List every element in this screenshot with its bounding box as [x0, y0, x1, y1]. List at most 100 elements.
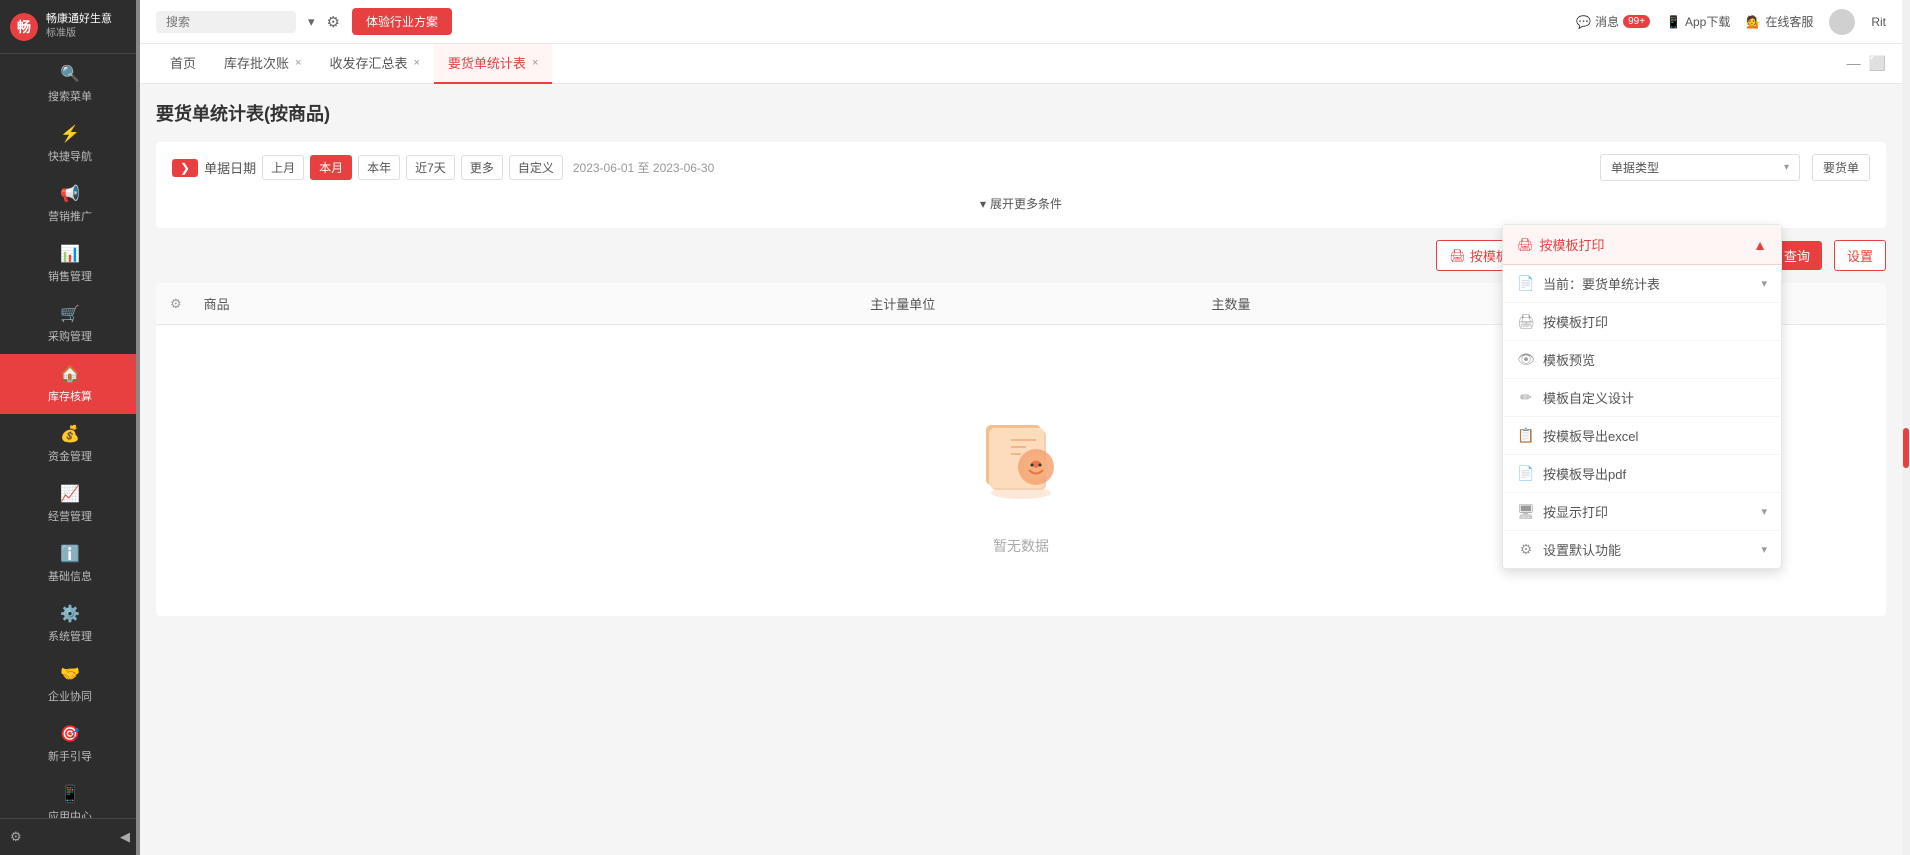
minimize-window-btn[interactable]: —: [1847, 55, 1861, 72]
filter-bar: ❯ 单据日期 上月 本月 本年 近7天 更多 自定义 2023-06-01 至 …: [156, 142, 1886, 228]
tab-close-batch[interactable]: ×: [295, 57, 301, 69]
dropdown-excel-icon: 📋: [1517, 427, 1535, 444]
dropdown-collapse-arrow[interactable]: ▲: [1753, 237, 1767, 253]
sidebar-item-system[interactable]: ⚙️ 系统管理: [0, 594, 140, 654]
extra-filter-input[interactable]: 要货单: [1812, 154, 1870, 181]
dropdown-setting-arrow: ▾: [1761, 543, 1767, 556]
sidebar-item-shortcut[interactable]: ⚡ 快捷导航: [0, 114, 140, 174]
user-avatar[interactable]: [1829, 9, 1855, 35]
dropdown-tprint-icon: 🖨: [1517, 313, 1535, 330]
tab-close-receipt[interactable]: ×: [413, 57, 419, 69]
dropdown-display-icon: 🖥: [1517, 503, 1535, 520]
sidebar-item-inventory[interactable]: 🏠 库存核算: [0, 354, 140, 414]
sidebar-item-finance[interactable]: 💰 资金管理: [0, 414, 140, 474]
sidebar-item-basic[interactable]: ℹ️ 基础信息: [0, 534, 140, 594]
maximize-window-btn[interactable]: ⬜: [1869, 55, 1886, 72]
expand-icon: ▾: [980, 197, 986, 211]
dropdown-current-arrow: ▾: [1761, 277, 1767, 290]
dropdown-header: 🖨 按模板打印 ▲: [1503, 225, 1781, 265]
sidebar-footer: ⚙ ◀: [0, 818, 140, 855]
date-filter-group: ❯ 单据日期 上月 本月 本年 近7天 更多 自定义 2023-06-01 至 …: [172, 155, 714, 180]
tab-order-stats[interactable]: 要货单统计表 ×: [434, 44, 552, 84]
sidebar: 畅 畅康通好生意 标准版 🔍 搜索菜单 ⚡ 快捷导航 📢 营销推广 📊 销售管理…: [0, 0, 140, 855]
settings-footer-icon[interactable]: ⚙: [10, 829, 22, 845]
date-btn-7days[interactable]: 近7天: [406, 155, 455, 180]
purchase-icon: 🛒: [60, 304, 80, 324]
template-print-icon: 🖨: [1449, 248, 1466, 264]
topbar-dropdown-arrow[interactable]: ▾: [308, 14, 315, 30]
dropdown-item-export-excel[interactable]: 📋 按模板导出excel: [1503, 417, 1781, 455]
service-icon: 💁: [1746, 15, 1761, 29]
page-title: 要货单统计表(按商品): [156, 100, 1886, 126]
topbar-gear-icon[interactable]: ⚙: [327, 13, 340, 31]
template-print-dropdown: 🖨 按模板打印 ▲ 📄 当前：要货单统计表 ▾ 🖨 按模板打印 👁 模板预览 ✏: [1502, 224, 1782, 569]
messages-button[interactable]: 💬 消息 99+: [1576, 13, 1650, 30]
dropdown-item-template-preview[interactable]: 👁 模板预览: [1503, 341, 1781, 379]
expand-left-btn[interactable]: ❯: [172, 159, 198, 177]
date-btn-last-month[interactable]: 上月: [262, 155, 304, 180]
tab-home[interactable]: 首页: [156, 44, 210, 84]
search-input[interactable]: [156, 11, 296, 33]
dropdown-setting-icon: ⚙: [1517, 541, 1535, 558]
settings-btn[interactable]: 设置: [1834, 240, 1886, 271]
page-scrollbar[interactable]: [1902, 0, 1910, 855]
col-quantity: 主数量: [1203, 294, 1544, 313]
sound-footer-icon[interactable]: ◀: [120, 829, 130, 845]
newbie-icon: 🎯: [60, 724, 80, 744]
dropdown-item-export-pdf[interactable]: 📄 按模板导出pdf: [1503, 455, 1781, 493]
dropdown-preview-icon: 👁: [1517, 351, 1535, 368]
table-column-settings-icon[interactable]: ⚙: [156, 296, 196, 312]
marketing-icon: 📢: [60, 184, 80, 204]
dropdown-item-template-design[interactable]: ✏ 模板自定义设计: [1503, 379, 1781, 417]
dropdown-display-arrow: ▾: [1761, 505, 1767, 518]
page-area: 要货单统计表(按商品) ❯ 单据日期 上月 本月 本年 近7天 更多 自定义 2…: [140, 84, 1902, 855]
tab-batch[interactable]: 库存批次账 ×: [210, 44, 315, 84]
dropdown-title: 🖨 按模板打印: [1517, 235, 1605, 254]
online-service-button[interactable]: 💁 在线客服: [1746, 13, 1813, 30]
shortcut-icon: ⚡: [60, 124, 80, 144]
dropdown-pdf-icon: 📄: [1517, 465, 1535, 482]
sidebar-scroll: 🔍 搜索菜单 ⚡ 快捷导航 📢 营销推广 📊 销售管理 🛒 采购管理 🏠 库存核…: [0, 54, 140, 818]
system-icon: ⚙️: [60, 604, 80, 624]
type-filter-select[interactable]: 单据类型 ▾: [1600, 154, 1800, 181]
expand-row: ▾ 展开更多条件: [172, 191, 1870, 216]
sidebar-item-sales[interactable]: 📊 销售管理: [0, 234, 140, 294]
sidebar-item-newbie[interactable]: 🎯 新手引导: [0, 714, 140, 774]
main-content: ▾ ⚙ 体验行业方案 💬 消息 99+ 📱 App下载 💁 在线客服 Rit 首…: [140, 0, 1902, 855]
date-btn-this-year[interactable]: 本年: [358, 155, 400, 180]
app-download-button[interactable]: 📱 App下载: [1666, 13, 1730, 30]
empty-icon: [971, 405, 1071, 524]
date-btn-more[interactable]: 更多: [461, 155, 503, 180]
appstore-icon: 📱: [60, 784, 80, 804]
sidebar-item-operation[interactable]: 📈 经营管理: [0, 474, 140, 534]
filter-row-1: ❯ 单据日期 上月 本月 本年 近7天 更多 自定义 2023-06-01 至 …: [172, 154, 1870, 181]
sidebar-item-marketing[interactable]: 📢 营销推广: [0, 174, 140, 234]
app-name: 畅康通好生意 标准版: [46, 12, 112, 41]
expand-more-btn[interactable]: ▾ 展开更多条件: [972, 191, 1070, 216]
date-btn-custom[interactable]: 自定义: [509, 155, 563, 180]
dropdown-item-default-setting[interactable]: ⚙ 设置默认功能 ▾: [1503, 531, 1781, 568]
sidebar-item-search[interactable]: 🔍 搜索菜单: [0, 54, 140, 114]
sidebar-item-appstore[interactable]: 📱 应用中心: [0, 774, 140, 818]
dropdown-item-display-print[interactable]: 🖥 按显示打印 ▾: [1503, 493, 1781, 531]
dropdown-item-template-print[interactable]: 🖨 按模板打印: [1503, 303, 1781, 341]
sidebar-logo: 畅 畅康通好生意 标准版: [0, 0, 140, 54]
date-range-display: 2023-06-01 至 2023-06-30: [573, 159, 714, 176]
date-btn-this-month[interactable]: 本月: [310, 155, 352, 180]
tabs-bar: 首页 库存批次账 × 收发存汇总表 × 要货单统计表 × — ⬜: [140, 44, 1902, 84]
operation-icon: 📈: [60, 484, 80, 504]
col-unit: 主计量单位: [862, 294, 1203, 313]
tab-close-order-stats[interactable]: ×: [532, 57, 538, 69]
dropdown-print-icon: 🖨: [1517, 237, 1534, 253]
trial-button[interactable]: 体验行业方案: [352, 8, 452, 35]
sidebar-item-purchase[interactable]: 🛒 采购管理: [0, 294, 140, 354]
search-icon: 🔍: [60, 64, 80, 84]
tab-receipt[interactable]: 收发存汇总表 ×: [315, 44, 433, 84]
dropdown-item-current[interactable]: 📄 当前：要货单统计表 ▾: [1503, 265, 1781, 303]
col-product: 商品: [196, 294, 863, 313]
finance-icon: 💰: [60, 424, 80, 444]
dropdown-design-icon: ✏: [1517, 389, 1535, 406]
date-filter-label: 单据日期: [204, 158, 256, 177]
sidebar-item-enterprise[interactable]: 🤝 企业协同: [0, 654, 140, 714]
topbar-right: 💬 消息 99+ 📱 App下载 💁 在线客服 Rit: [1576, 9, 1886, 35]
